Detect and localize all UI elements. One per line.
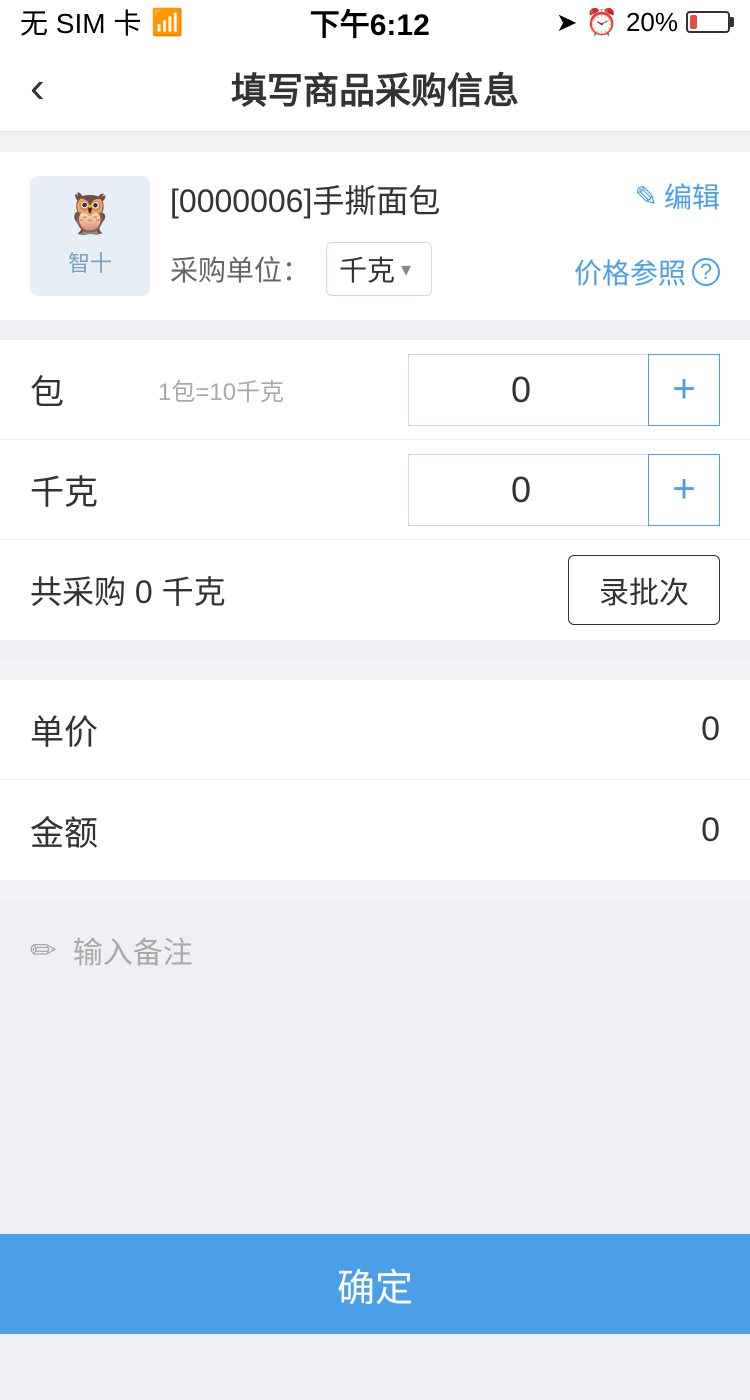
page-title: 填写商品采购信息 [231, 62, 519, 114]
bag-unit-hint: 1包=10千克 [158, 372, 408, 407]
unit-price-row: 单价 0 [0, 680, 750, 780]
confirm-button[interactable]: 确定 [0, 1234, 750, 1334]
unit-value: 千克 [339, 249, 395, 289]
unit-price-label: 单价 [30, 705, 98, 754]
amount-row: 金额 0 [0, 780, 750, 880]
chevron-down-icon: ▾ [401, 257, 411, 282]
product-image: 🦉智十 [30, 176, 150, 296]
kg-quantity-input[interactable] [408, 454, 648, 526]
location-icon: ➤ [556, 7, 578, 38]
product-logo: 🦉智十 [65, 192, 115, 280]
edit-icon: ✎ [635, 180, 658, 213]
status-left: 无 SIM 卡 📶 [20, 2, 184, 42]
amount-label: 金额 [30, 806, 98, 855]
help-icon: ? [692, 258, 720, 286]
section-divider-2 [0, 640, 750, 660]
notes-placeholder: 输入备注 [73, 928, 193, 972]
status-bar: 无 SIM 卡 📶 下午6:12 ➤ ⏰ 20% [0, 0, 750, 44]
notes-section[interactable]: ✏ 输入备注 [0, 900, 750, 1000]
record-batch-button[interactable]: 录批次 [568, 555, 720, 625]
wifi-icon: 📶 [151, 7, 183, 38]
bag-quantity-input[interactable] [408, 354, 648, 426]
amount-value: 0 [701, 811, 720, 850]
nav-bar: ‹ 填写商品采购信息 [0, 44, 750, 132]
sim-label: 无 SIM 卡 [20, 2, 141, 42]
battery-indicator [686, 11, 730, 33]
content-spacer [0, 1000, 750, 1400]
input-section: 包 1包=10千克 + 千克 + [0, 340, 750, 540]
total-label: 共采购 0 千克 [30, 567, 226, 613]
kg-plus-button[interactable]: + [648, 454, 720, 526]
price-ref-label: 价格参照 [574, 252, 686, 292]
pencil-icon: ✏ [30, 931, 57, 969]
confirm-label: 确定 [337, 1257, 413, 1312]
back-button[interactable]: ‹ [30, 66, 45, 110]
unit-label: 采购单位： [170, 249, 310, 289]
edit-label: 编辑 [664, 176, 720, 216]
edit-button[interactable]: ✎ 编辑 [635, 176, 720, 216]
bag-input-row: 包 1包=10千克 + [0, 340, 750, 440]
battery-fill [690, 15, 697, 29]
alarm-icon: ⏰ [586, 7, 618, 38]
total-row: 共采购 0 千克 录批次 [0, 540, 750, 640]
product-card: 🦉智十 [0000006]手撕面包 采购单位： 千克 ▾ ✎ 编辑 价格参照 ? [0, 152, 750, 320]
section-divider-1 [0, 320, 750, 340]
unit-price-value: 0 [701, 710, 720, 749]
price-section: 单价 0 金额 0 [0, 680, 750, 880]
price-ref-button[interactable]: 价格参照 ? [574, 252, 720, 292]
status-right: ➤ ⏰ 20% [556, 7, 730, 38]
kg-input-row: 千克 + [0, 440, 750, 540]
kg-input-wrap: + [408, 454, 720, 526]
status-time: 下午6:12 [310, 0, 430, 44]
battery-percent: 20% [626, 7, 678, 38]
battery-body [686, 11, 730, 33]
unit-select[interactable]: 千克 ▾ [326, 242, 432, 296]
bag-label: 包 [30, 365, 150, 414]
bag-input-wrap: + [408, 354, 720, 426]
kg-label: 千克 [30, 465, 150, 514]
bag-plus-button[interactable]: + [648, 354, 720, 426]
